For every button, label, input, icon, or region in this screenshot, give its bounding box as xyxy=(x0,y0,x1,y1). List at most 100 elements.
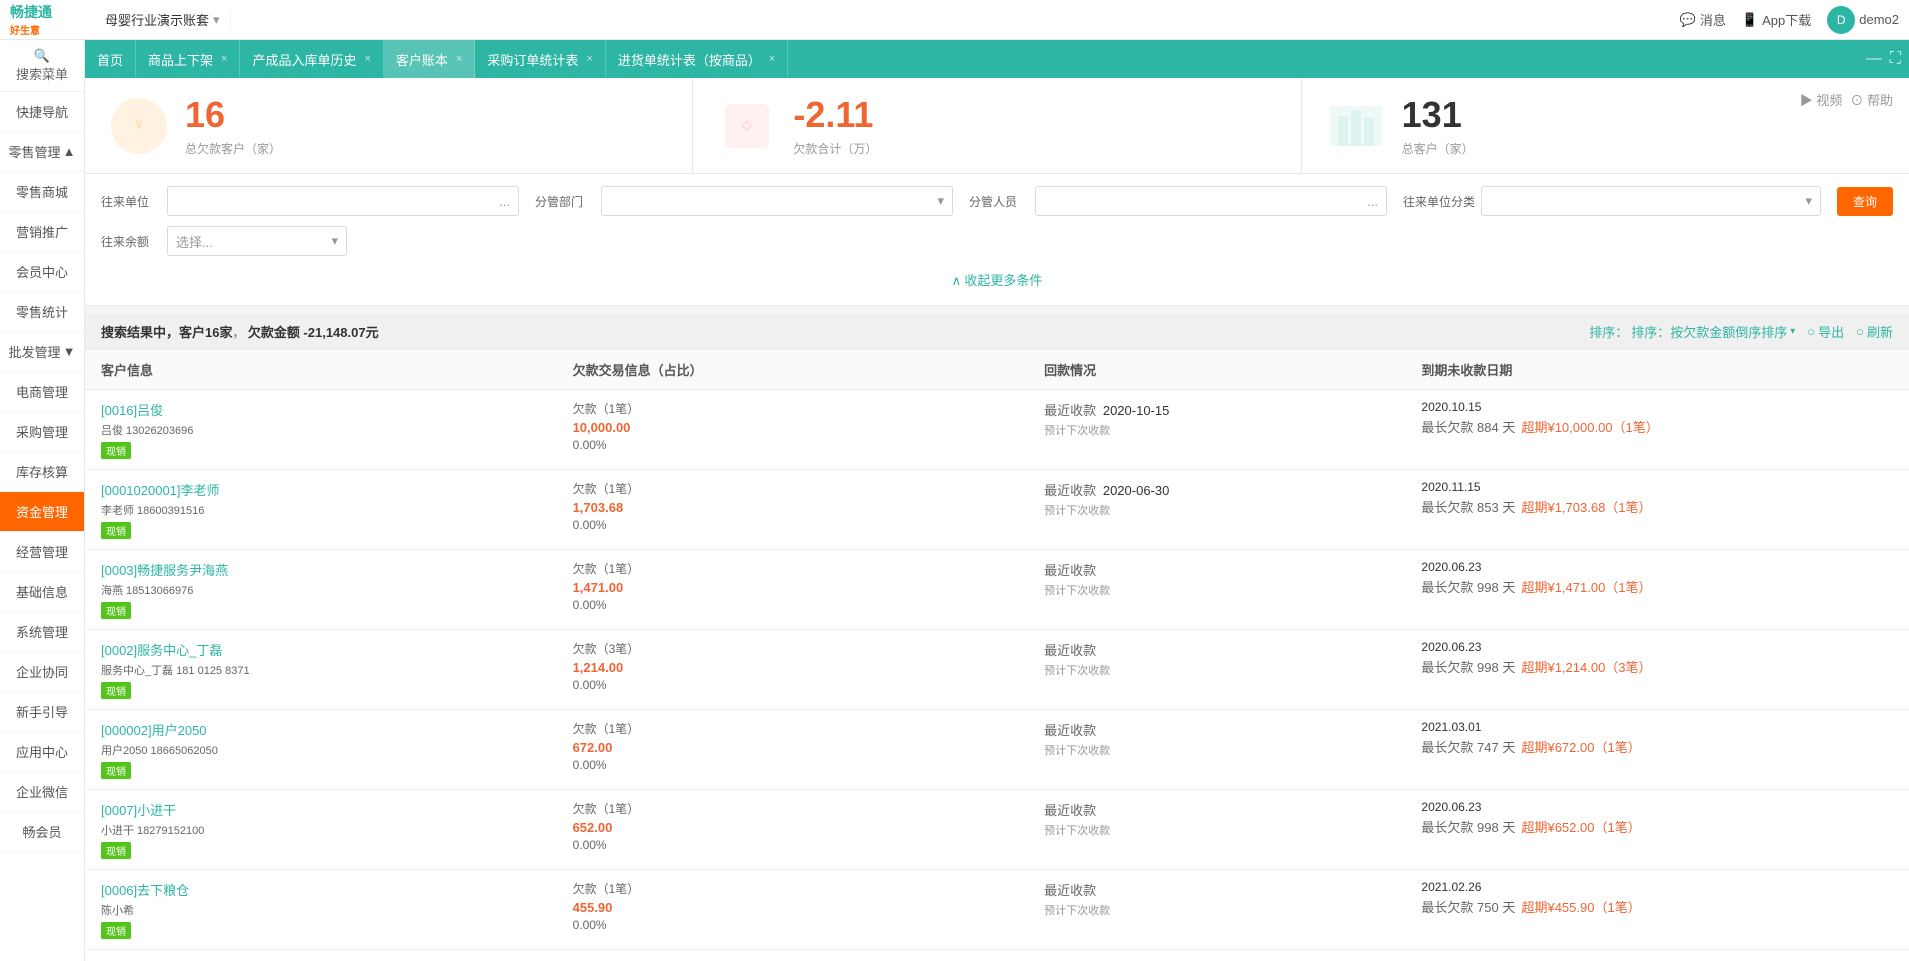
search-button[interactable]: 查询 xyxy=(1837,187,1893,216)
avatar: D xyxy=(1827,6,1855,34)
tab-import-stats-close[interactable]: × xyxy=(769,53,775,65)
debt-percent: 0.00% xyxy=(573,838,1045,852)
manager-input[interactable]: ... xyxy=(1035,186,1387,216)
source-unit-dots: ... xyxy=(499,194,510,209)
sidebar-item-retail-mall[interactable]: 零售商城 xyxy=(0,172,84,212)
video-btn[interactable]: ▶ 视频 xyxy=(1800,90,1843,109)
overdue-link[interactable]: 超期¥652.00（1笔） xyxy=(1521,820,1640,835)
customer-contact: 用户2050 18665062050 xyxy=(101,742,573,758)
store-selector[interactable]: 母婴行业演示账套 ▾ xyxy=(95,10,231,29)
chevron-down-icon-dept: ▾ xyxy=(937,193,944,209)
sidebar-item-inventory[interactable]: 库存核算 xyxy=(0,452,84,492)
debt-info: 欠款（1笔） 455.90 0.00% xyxy=(573,880,1045,932)
message-btn[interactable]: 💬 消息 xyxy=(1680,10,1726,29)
tab-maximize-btn[interactable]: ⛶ xyxy=(1890,50,1901,68)
help-btn[interactable]: ⊙ 帮助 xyxy=(1850,90,1893,109)
customer-name[interactable]: [0001020001]李老师 xyxy=(101,480,573,499)
table-row: [0016]吕俊 吕俊 13026203696 现销 欠款（1笔） 10,000… xyxy=(85,390,1909,470)
sidebar-item-system[interactable]: 系统管理 xyxy=(0,612,84,652)
customer-contact: 吕俊 13026203696 xyxy=(101,422,573,438)
overdue-link[interactable]: 超期¥1,703.68（1笔） xyxy=(1521,500,1651,515)
sidebar-item-purchase[interactable]: 采购管理 xyxy=(0,412,84,452)
recovery-next: 预计下次收款 xyxy=(1044,742,1421,758)
debt-info: 欠款（1笔） 1,703.68 0.00% xyxy=(573,480,1045,532)
balance-select[interactable]: 选择... ▾ xyxy=(167,226,347,256)
filter-collapse-btn[interactable]: ∧ 收起更多条件 xyxy=(101,266,1893,293)
refresh-btn[interactable]: ○ 刷新 xyxy=(1856,322,1893,341)
search-icon: 🔍 xyxy=(34,48,50,63)
overdue-link[interactable]: 超期¥1,214.00（3笔） xyxy=(1521,660,1651,675)
manager-dots: ... xyxy=(1367,194,1378,209)
customer-info: [000002]用户2050 用户2050 18665062050 现销 xyxy=(101,720,573,779)
sidebar-item-enterprise[interactable]: 企业协同 xyxy=(0,652,84,692)
table-header: 客户信息 欠款交易信息（占比） 回款情况 到期未收款日期 xyxy=(85,350,1909,390)
tab-home[interactable]: 首页 xyxy=(85,40,136,78)
results-info: 搜索结果中，客户16家， 欠款金额 -21,148.07元 xyxy=(101,322,379,341)
stat-card-total: 131 总客户（家） ▶ 视频 ⊙ 帮助 xyxy=(1302,78,1909,173)
recovery-info: 最近收款 预计下次收款 xyxy=(1044,640,1421,678)
table-row: [0007]小进干 小进干 18279152100 现销 欠款（1笔） 652.… xyxy=(85,790,1909,870)
app-download-label: App下载 xyxy=(1762,10,1811,29)
sidebar-item-batch-mgmt[interactable]: 批发管理 ▼ xyxy=(0,332,84,372)
debt-count: 欠款（1笔） xyxy=(573,400,1045,417)
customer-name[interactable]: [000002]用户2050 xyxy=(101,720,573,739)
overdue-link[interactable]: 超期¥672.00（1笔） xyxy=(1521,740,1640,755)
overdue-date: 2020.10.15 xyxy=(1421,400,1893,414)
tab-minimize-btn[interactable]: — xyxy=(1866,50,1882,68)
sidebar-item-wechat[interactable]: 企业微信 xyxy=(0,772,84,812)
amount-number: -2.11 xyxy=(793,94,877,136)
tab-customer-account-close[interactable]: × xyxy=(456,53,462,65)
overdue-info: 2020.06.23 最长欠款 998 天 超期¥1,471.00（1笔） xyxy=(1421,560,1893,596)
sidebar-item-basic-info[interactable]: 基础信息 xyxy=(0,572,84,612)
unit-category-select[interactable]: ▾ xyxy=(1481,186,1821,216)
tab-products-off-close[interactable]: × xyxy=(221,53,227,65)
sidebar-item-new-guide[interactable]: 新手引导 xyxy=(0,692,84,732)
tab-production-history[interactable]: 产成品入库单历史 × xyxy=(240,40,383,78)
tab-products-off[interactable]: 商品上下架 × xyxy=(136,40,240,78)
sidebar-item-operations[interactable]: 经营管理 xyxy=(0,532,84,572)
sidebar-item-vip[interactable]: 畅会员 xyxy=(0,812,84,852)
overdue-link[interactable]: 超期¥455.90（1笔） xyxy=(1521,900,1640,915)
header-overdue: 到期未收款日期 xyxy=(1421,360,1893,379)
sort-label: 排序：排序：按欠款金额倒序排序 ▾ xyxy=(1589,322,1795,341)
amount-icon: ◇ xyxy=(717,96,777,156)
department-select[interactable]: ▾ xyxy=(601,186,953,216)
tab-products-off-label: 商品上下架 xyxy=(148,50,213,69)
unit-category-label: 往来单位分类 xyxy=(1403,193,1475,210)
customer-name[interactable]: [0003]畅捷服务尹海燕 xyxy=(101,560,573,579)
overdue-link[interactable]: 超期¥10,000.00（1笔） xyxy=(1521,420,1658,435)
tab-production-history-close[interactable]: × xyxy=(364,53,370,65)
debt-info: 欠款（1笔） 672.00 0.00% xyxy=(573,720,1045,772)
tab-purchase-stats[interactable]: 采购订单统计表 × xyxy=(475,40,605,78)
sidebar-item-apps[interactable]: 应用中心 xyxy=(0,732,84,772)
app-download-btn[interactable]: 📱 App下载 xyxy=(1742,10,1811,29)
sidebar-search[interactable]: 🔍 搜索菜单 xyxy=(0,40,84,92)
sidebar-item-members[interactable]: 会员中心 xyxy=(0,252,84,292)
overdue-link[interactable]: 超期¥1,471.00（1笔） xyxy=(1521,580,1651,595)
recovery-next: 预计下次收款 xyxy=(1044,822,1421,838)
customer-info: [0006]去下粮仓 陈小希 现销 xyxy=(101,880,573,939)
stat-card-top-right: ▶ 视频 ⊙ 帮助 xyxy=(1800,90,1893,109)
customer-name[interactable]: [0016]吕俊 xyxy=(101,400,573,419)
customer-name[interactable]: [0007]小进干 xyxy=(101,800,573,819)
sidebar-item-quick-nav[interactable]: 快捷导航 xyxy=(0,92,84,132)
sidebar-item-finance[interactable]: 资金管理 xyxy=(0,492,84,532)
sidebar-item-marketing[interactable]: 营销推广 xyxy=(0,212,84,252)
export-btn[interactable]: ○ 导出 xyxy=(1807,322,1844,341)
sidebar-item-retail-mgmt[interactable]: 零售管理 ▲ xyxy=(0,132,84,172)
source-unit-input[interactable]: ... xyxy=(167,186,519,216)
tab-import-stats[interactable]: 进货单统计表（按商品） × xyxy=(606,40,788,78)
customer-name[interactable]: [0002]服务中心_丁磊 xyxy=(101,640,573,659)
customer-name[interactable]: [0006]去下粮仓 xyxy=(101,880,573,899)
debt-info: 欠款（1笔） 652.00 0.00% xyxy=(573,800,1045,852)
sidebar-item-ecommerce[interactable]: 电商管理 xyxy=(0,372,84,412)
recovery-next: 预计下次收款 xyxy=(1044,662,1421,678)
table-row: [000001]黄思源 黄思源 13552700226 现销 欠款（1笔） 42… xyxy=(85,950,1909,961)
customer-tag: 现销 xyxy=(101,602,131,619)
export-icon: ○ xyxy=(1807,324,1815,339)
sidebar-item-retail-stats[interactable]: 零售统计 xyxy=(0,292,84,332)
user-avatar-area[interactable]: D demo2 xyxy=(1827,6,1899,34)
tab-purchase-stats-label: 采购订单统计表 xyxy=(487,50,578,69)
tab-customer-account[interactable]: 客户账本 × xyxy=(384,40,475,78)
tab-purchase-stats-close[interactable]: × xyxy=(586,53,592,65)
